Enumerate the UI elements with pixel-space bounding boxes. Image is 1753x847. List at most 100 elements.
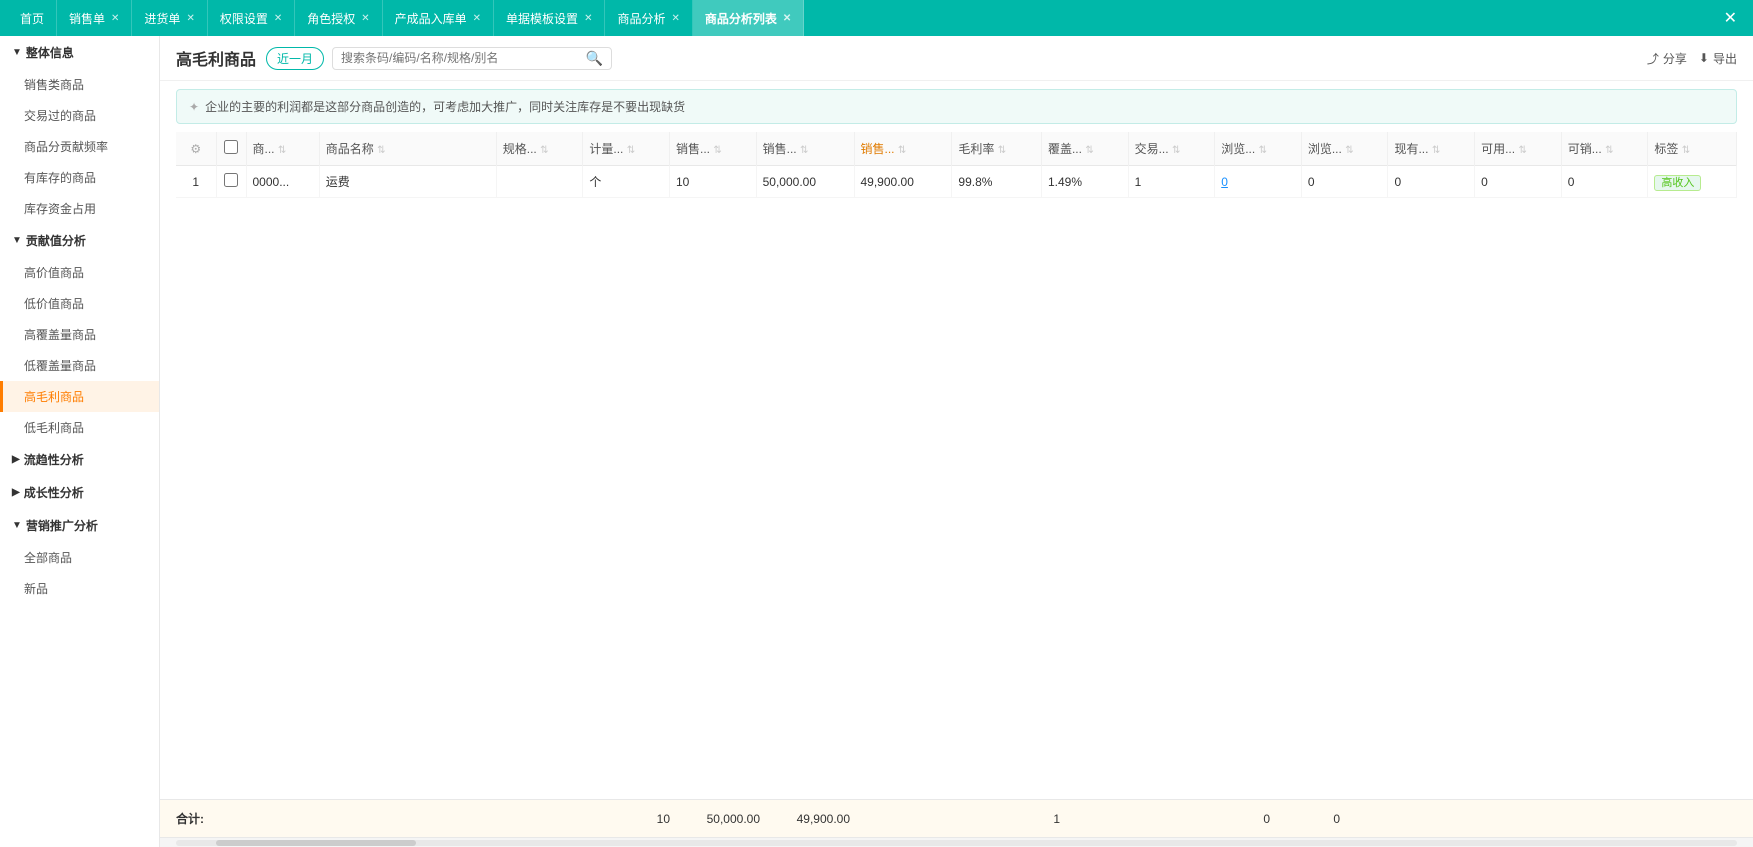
col-browse2: 浏览... ⇅: [1301, 132, 1388, 166]
sidebar-item-new-goods[interactable]: 新品: [0, 573, 159, 604]
tab-role-auth[interactable]: 角色授权 ✕: [295, 0, 382, 36]
cell-code: 0000...: [246, 166, 319, 198]
sidebar-section-trend[interactable]: ▶ 流趋性分析: [0, 443, 159, 476]
close-tab-purchase[interactable]: ✕: [186, 13, 194, 24]
period-button[interactable]: 近一月: [266, 47, 324, 70]
cell-current-stock: 0: [1388, 166, 1475, 198]
scrollbar-thumb[interactable]: [216, 840, 416, 846]
tab-home[interactable]: 首页: [8, 0, 57, 36]
col-index: ⚙: [176, 132, 216, 166]
tag-badge: 高收入: [1654, 175, 1701, 191]
browse1-link[interactable]: 0: [1221, 175, 1228, 189]
sort-avail-icon[interactable]: ⇅: [1518, 145, 1526, 156]
sort-qty-icon[interactable]: ⇅: [713, 145, 721, 156]
sidebar-item-low-margin[interactable]: 低毛利商品: [0, 412, 159, 443]
tab-sales-order[interactable]: 销售单 ✕: [57, 0, 132, 36]
sidebar-section-overview[interactable]: ▼ 整体信息: [0, 36, 159, 69]
col-available-stock: 可用... ⇅: [1475, 132, 1562, 166]
close-tab-role[interactable]: ✕: [361, 13, 369, 24]
close-tab-sales[interactable]: ✕: [111, 13, 119, 24]
sidebar-item-high-coverage[interactable]: 高覆盖量商品: [0, 319, 159, 350]
footer-spacer4: [526, 812, 606, 826]
footer-trans: 1: [996, 812, 1066, 826]
sort-unit-icon[interactable]: ⇅: [627, 145, 635, 156]
tab-product-inbound[interactable]: 产成品入库单 ✕: [383, 0, 494, 36]
bottom-scrollbar[interactable]: [160, 837, 1753, 847]
cell-browse2: 0: [1301, 166, 1388, 198]
footer-sales-qty: 10: [606, 812, 676, 826]
settings-icon[interactable]: ⚙: [190, 142, 201, 156]
sidebar-section-marketing[interactable]: ▼ 营销推广分析: [0, 509, 159, 542]
col-sales-cost: 销售... ⇅: [854, 132, 952, 166]
close-tab-template[interactable]: ✕: [584, 13, 592, 24]
sort-browse2-icon[interactable]: ⇅: [1345, 145, 1353, 156]
sidebar-item-traded-goods[interactable]: 交易过的商品: [0, 100, 159, 131]
cell-tag: 高收入: [1648, 166, 1737, 198]
sidebar-item-sales-goods[interactable]: 销售类商品: [0, 69, 159, 100]
sidebar-item-high-value[interactable]: 高价值商品: [0, 257, 159, 288]
footer-browse1: [1066, 812, 1136, 826]
sort-code-icon[interactable]: ⇅: [278, 145, 286, 156]
share-button[interactable]: ⤴ 分享: [1647, 50, 1687, 67]
sidebar-item-low-coverage[interactable]: 低覆盖量商品: [0, 350, 159, 381]
data-table: ⚙ 商... ⇅ 商品名称 ⇅: [176, 132, 1737, 198]
arrow-overview: ▼: [12, 47, 22, 58]
col-gross-margin: 毛利率 ⇅: [952, 132, 1042, 166]
sidebar-item-stock-fund[interactable]: 库存资金占用: [0, 193, 159, 224]
sidebar-item-high-margin[interactable]: 高毛利商品: [0, 381, 159, 412]
select-all-checkbox[interactable]: [224, 140, 238, 154]
sidebar-item-all-goods[interactable]: 全部商品: [0, 542, 159, 573]
tab-purchase-order[interactable]: 进货单 ✕: [132, 0, 207, 36]
cell-available-stock: 0: [1475, 166, 1562, 198]
sort-cost-icon[interactable]: ⇅: [898, 145, 906, 156]
tab-product-analysis[interactable]: 商品分析 ✕: [605, 0, 692, 36]
tab-template-settings[interactable]: 单据模板设置 ✕: [494, 0, 605, 36]
sort-cur-icon[interactable]: ⇅: [1432, 145, 1440, 156]
sidebar-item-low-value[interactable]: 低价值商品: [0, 288, 159, 319]
close-tab-analysis-list[interactable]: ✕: [783, 13, 791, 24]
export-button[interactable]: ⬇ 导出: [1699, 50, 1737, 67]
sidebar-toggle[interactable]: «: [159, 422, 160, 462]
close-tab-analysis[interactable]: ✕: [671, 13, 679, 24]
sort-tag-icon[interactable]: ⇅: [1682, 145, 1690, 156]
tab-permission-settings[interactable]: 权限设置 ✕: [208, 0, 295, 36]
sort-sell-icon[interactable]: ⇅: [1605, 145, 1613, 156]
top-nav: 首页 销售单 ✕ 进货单 ✕ 权限设置 ✕ 角色授权 ✕ 产成品入库单 ✕ 单据…: [0, 0, 1753, 36]
sidebar-section-contribution[interactable]: ▼ 贡献值分析: [0, 224, 159, 257]
close-tab-permission[interactable]: ✕: [274, 13, 282, 24]
tab-product-analysis-list[interactable]: 商品分析列表 ✕: [693, 0, 804, 36]
table-container: ⚙ 商... ⇅ 商品名称 ⇅: [160, 132, 1753, 799]
arrow-marketing: ▼: [12, 520, 22, 531]
sort-gm-icon[interactable]: ⇅: [998, 145, 1006, 156]
footer-label: 合计:: [176, 810, 296, 827]
sort-spec-icon[interactable]: ⇅: [540, 145, 548, 156]
cell-browse1[interactable]: 0: [1215, 166, 1302, 198]
footer-total: 合计: 10 50,000.00 49,900.00 1 0 0: [160, 799, 1753, 837]
search-icon[interactable]: 🔍: [586, 50, 603, 67]
export-icon: ⬇: [1699, 51, 1709, 65]
sidebar-item-contrib-rate[interactable]: 商品分贡献频率: [0, 131, 159, 162]
cell-sales-amount: 50,000.00: [756, 166, 854, 198]
sort-amount-icon[interactable]: ⇅: [800, 145, 808, 156]
footer-browse2: [1136, 812, 1206, 826]
cell-check[interactable]: [216, 166, 246, 198]
sort-cov-icon[interactable]: ⇅: [1085, 145, 1093, 156]
content-area: 高毛利商品 近一月 🔍 ⤴ 分享 ⬇ 导出 ✦ 企业的主要的利润都是这部分商品创…: [160, 36, 1753, 847]
sidebar-item-stocked-goods[interactable]: 有库存的商品: [0, 162, 159, 193]
content-header: 高毛利商品 近一月 🔍 ⤴ 分享 ⬇ 导出: [160, 36, 1753, 81]
sidebar-section-growth[interactable]: ▶ 成长性分析: [0, 476, 159, 509]
col-checkbox: [216, 132, 246, 166]
scrollbar-track: [176, 840, 1737, 846]
col-sellable: 可销... ⇅: [1561, 132, 1648, 166]
sort-trans-icon[interactable]: ⇅: [1172, 145, 1180, 156]
sidebar: « ▼ 整体信息 销售类商品 交易过的商品 商品分贡献频率 有库存的商品 库存资…: [0, 36, 160, 847]
row-checkbox[interactable]: [224, 173, 238, 187]
close-tab-inbound[interactable]: ✕: [473, 13, 481, 24]
search-input[interactable]: [341, 51, 586, 65]
footer-sales-amount: 50,000.00: [676, 812, 766, 826]
col-unit: 计量... ⇅: [583, 132, 670, 166]
sort-browse1-icon[interactable]: ⇅: [1259, 145, 1267, 156]
sort-name-icon[interactable]: ⇅: [377, 145, 385, 156]
col-sales-amount: 销售... ⇅: [756, 132, 854, 166]
close-all-tabs[interactable]: ✕: [1716, 8, 1745, 28]
